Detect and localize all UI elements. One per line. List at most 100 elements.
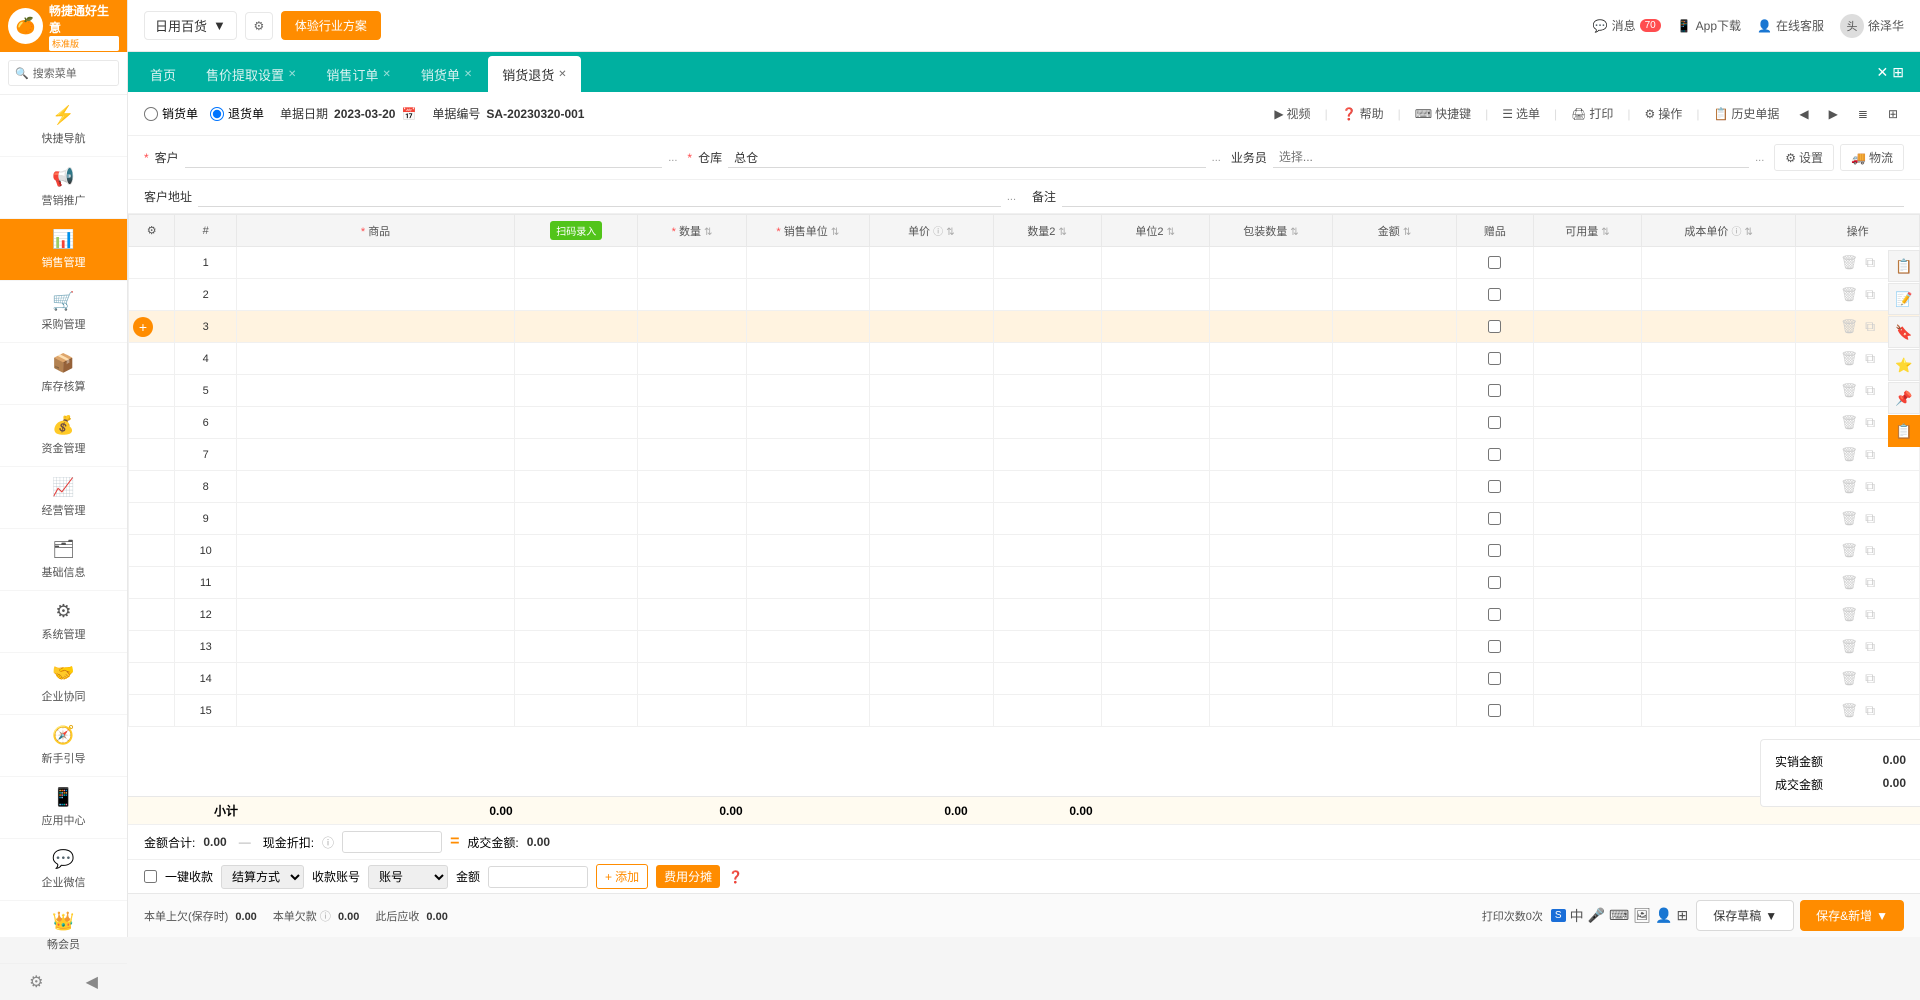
table-cell-product[interactable]: [237, 343, 515, 375]
discount-input[interactable]: [342, 831, 442, 853]
table-cell-product[interactable]: [237, 311, 515, 343]
header-settings-button[interactable]: ⚙: [245, 12, 273, 40]
copy-row-button[interactable]: ⧉: [1865, 606, 1875, 622]
product-input-14[interactable]: [241, 673, 510, 685]
table-cell-unit[interactable]: [746, 279, 870, 311]
table-cell-amount[interactable]: [1333, 375, 1457, 407]
total-owe-info-icon[interactable]: ⓘ: [320, 911, 331, 923]
action-button[interactable]: ⚙ 操作: [1639, 102, 1689, 125]
unit-input-3[interactable]: [751, 321, 866, 333]
table-cell-unit[interactable]: [746, 599, 870, 631]
next-record-button[interactable]: ▶: [1823, 104, 1844, 124]
gift-checkbox-13[interactable]: [1488, 640, 1501, 653]
table-cell-price[interactable]: [870, 471, 994, 503]
delete-row-button[interactable]: 🗑: [1840, 510, 1858, 526]
table-cell-amount[interactable]: [1333, 311, 1457, 343]
unit2-sort-icon[interactable]: ⇅: [1167, 227, 1175, 238]
gift-checkbox-4[interactable]: [1488, 352, 1501, 365]
product-input-11[interactable]: [241, 577, 510, 589]
table-cell-qty2[interactable]: [993, 439, 1101, 471]
qty-input-10[interactable]: [642, 545, 741, 557]
product-input-8[interactable]: [241, 481, 510, 493]
delete-row-button[interactable]: 🗑: [1840, 382, 1858, 398]
product-input-2[interactable]: [241, 289, 510, 301]
tab-home[interactable]: 首页: [136, 56, 190, 92]
table-cell-product[interactable]: [237, 279, 515, 311]
table-cell-price[interactable]: [870, 567, 994, 599]
table-cell-qty[interactable]: [638, 695, 746, 727]
qty-sort-icon[interactable]: ⇅: [704, 227, 712, 238]
gift-checkbox-14[interactable]: [1488, 672, 1501, 685]
delete-row-button[interactable]: 🗑: [1840, 606, 1858, 622]
table-cell-qty2[interactable]: [993, 535, 1101, 567]
table-cell-pkgqty[interactable]: [1209, 663, 1333, 695]
message-button[interactable]: 💬 消息 70: [1593, 17, 1661, 34]
qty-input-12[interactable]: [642, 609, 741, 621]
table-cell-unit[interactable]: [746, 311, 870, 343]
salesperson-dots[interactable]: ...: [1755, 152, 1764, 164]
gift-checkbox-8[interactable]: [1488, 480, 1501, 493]
table-cell-qty[interactable]: [638, 535, 746, 567]
qty-input-13[interactable]: [642, 641, 741, 653]
gift-checkbox-11[interactable]: [1488, 576, 1501, 589]
table-cell-amount[interactable]: [1333, 407, 1457, 439]
product-input-10[interactable]: [241, 545, 510, 557]
industry-selector[interactable]: 日用百货 ▼: [144, 11, 237, 40]
table-cell-pkgqty[interactable]: [1209, 311, 1333, 343]
unit-input-4[interactable]: [751, 353, 866, 365]
qty-input-6[interactable]: [642, 417, 741, 429]
radio-sale-type[interactable]: 销货单: [144, 105, 198, 122]
copy-row-button[interactable]: ⧉: [1865, 478, 1875, 494]
table-cell-price[interactable]: [870, 663, 994, 695]
tab-sales-order[interactable]: 销售订单 ✕: [312, 56, 404, 92]
unit-input-12[interactable]: [751, 609, 866, 621]
table-cell-price[interactable]: [870, 439, 994, 471]
table-cell-unit2[interactable]: [1101, 343, 1209, 375]
table-cell-qty2[interactable]: [993, 311, 1101, 343]
right-tool-bookmark[interactable]: 🔖: [1888, 316, 1920, 348]
table-cell-unit[interactable]: [746, 375, 870, 407]
copy-row-button[interactable]: ⧉: [1865, 318, 1875, 334]
sidebar-collapse-button[interactable]: ◀: [86, 972, 98, 992]
table-cell-unit[interactable]: [746, 247, 870, 279]
video-button[interactable]: ▶ 视频: [1268, 102, 1316, 125]
table-cell-amount[interactable]: [1333, 343, 1457, 375]
salesperson-input[interactable]: [1273, 147, 1749, 168]
table-cell-price[interactable]: [870, 279, 994, 311]
table-cell-qty2[interactable]: [993, 631, 1101, 663]
table-cell-qty[interactable]: [638, 567, 746, 599]
table-cell-unit2[interactable]: [1101, 599, 1209, 631]
right-tool-note[interactable]: 📝: [1888, 283, 1920, 315]
history-button[interactable]: 📋 历史单据: [1707, 102, 1785, 125]
table-view-button[interactable]: ≣: [1852, 104, 1874, 124]
qty2-sort-icon[interactable]: ⇅: [1059, 227, 1067, 238]
experience-button[interactable]: 体验行业方案: [281, 11, 381, 40]
table-cell-price[interactable]: [870, 247, 994, 279]
product-input-7[interactable]: [241, 449, 510, 461]
product-input-9[interactable]: [241, 513, 510, 525]
gift-checkbox-6[interactable]: [1488, 416, 1501, 429]
price-info-icon[interactable]: ⓘ: [933, 227, 943, 238]
table-cell-amount[interactable]: [1333, 279, 1457, 311]
select-button[interactable]: ☰ 选单: [1496, 102, 1546, 125]
gift-checkbox-2[interactable]: [1488, 288, 1501, 301]
warehouse-dots[interactable]: ...: [1212, 152, 1221, 164]
qty-input-8[interactable]: [642, 481, 741, 493]
save-draft-button[interactable]: 保存草稿 ▼: [1696, 900, 1794, 931]
table-cell-qty2[interactable]: [993, 343, 1101, 375]
table-cell-amount[interactable]: [1333, 631, 1457, 663]
unit-input-13[interactable]: [751, 641, 866, 653]
table-cell-product[interactable]: [237, 631, 515, 663]
table-cell-pkgqty[interactable]: [1209, 439, 1333, 471]
product-input-1[interactable]: [241, 257, 510, 269]
delete-row-button[interactable]: 🗑: [1840, 446, 1858, 462]
table-cell-qty[interactable]: [638, 247, 746, 279]
table-cell-price[interactable]: [870, 535, 994, 567]
settings-action-button[interactable]: ⚙ 设置: [1774, 144, 1834, 171]
search-menu-button[interactable]: 🔍 搜索菜单: [8, 60, 119, 86]
table-cell-unit2[interactable]: [1101, 471, 1209, 503]
table-cell-amount[interactable]: [1333, 503, 1457, 535]
sidebar-item-purchase[interactable]: 🛒 采购管理: [0, 281, 127, 343]
table-cell-unit2[interactable]: [1101, 439, 1209, 471]
product-input-5[interactable]: [241, 385, 510, 397]
